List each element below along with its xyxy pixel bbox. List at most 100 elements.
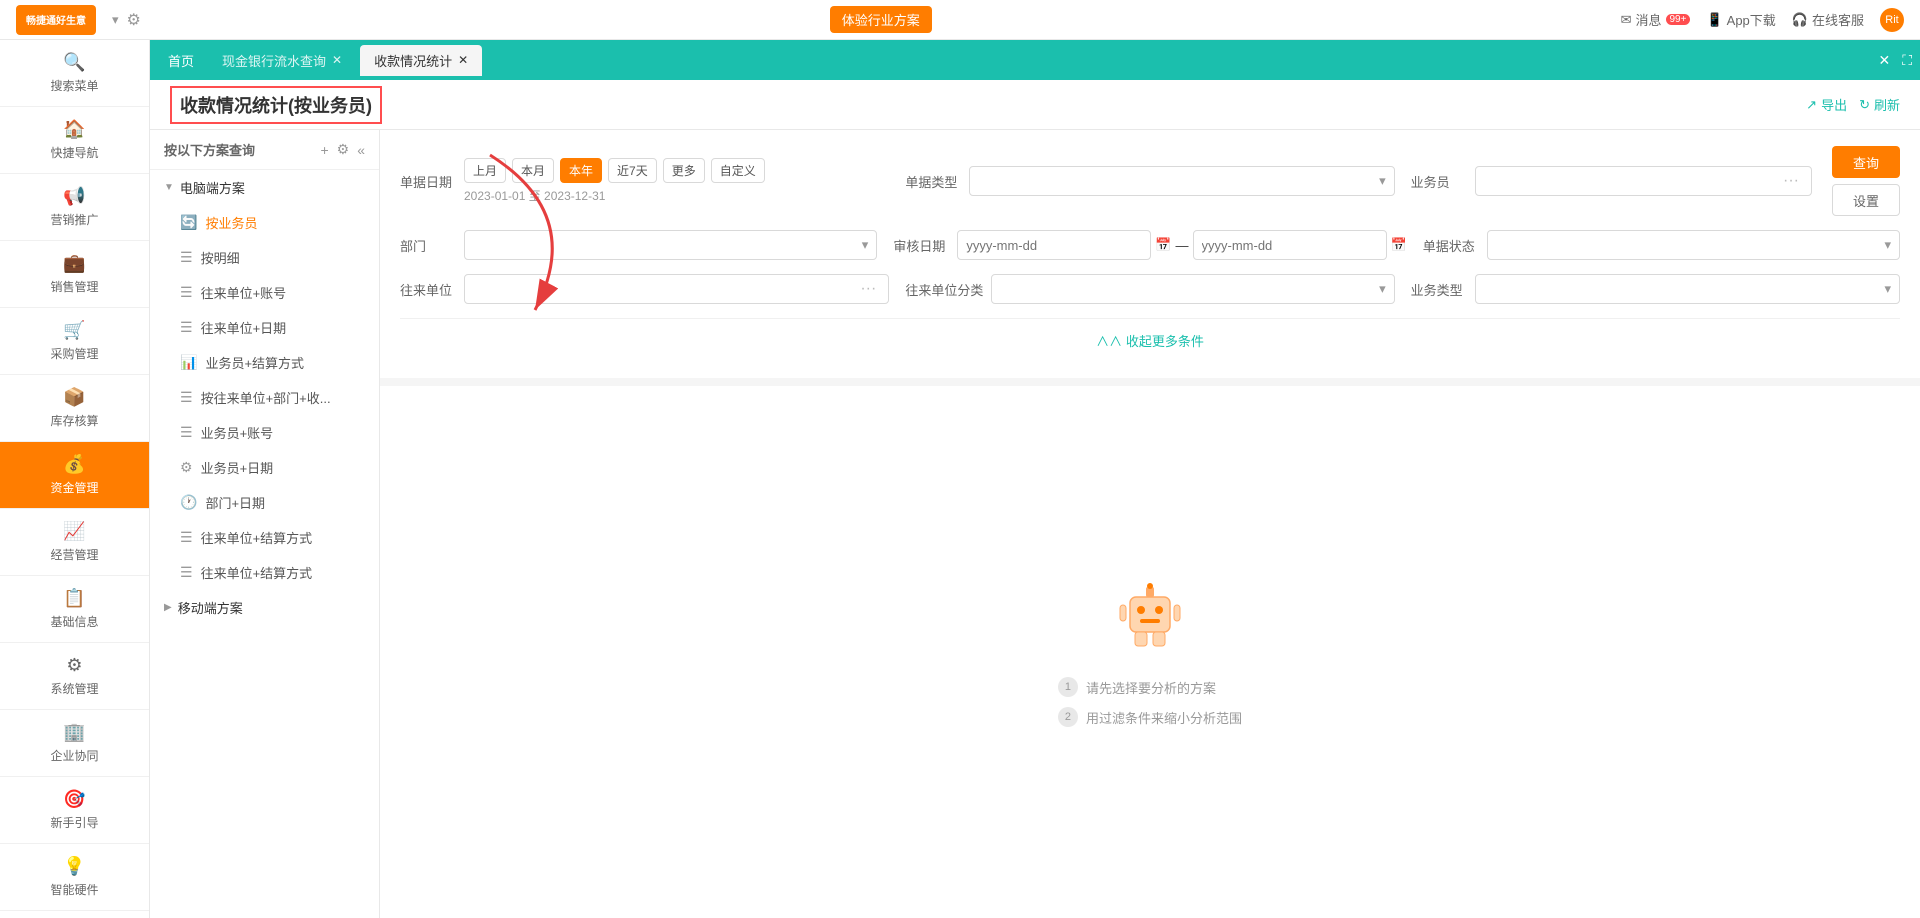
sidebar-item-finance[interactable]: 💰 资金管理 xyxy=(0,442,149,509)
smart-hw-icon: 💡 xyxy=(63,856,85,877)
filter-row-1: 单据日期 上月 本月 本年 近7天 更多 自定义 xyxy=(400,146,1900,216)
review-date-control: 📅 — 📅 xyxy=(957,230,1406,260)
scheme-item-by-salesman[interactable]: 🔄 按业务员 xyxy=(150,205,379,240)
scheme-item-by-detail[interactable]: ☰ 按明细 xyxy=(150,240,379,275)
sidebar-item-purchase[interactable]: 🛒 采购管理 xyxy=(0,308,149,375)
doc-type-label: 单据类型 xyxy=(905,172,961,191)
page-title: 收款情况统计(按业务员) xyxy=(170,86,382,124)
counter-dots-icon[interactable]: ··· xyxy=(856,280,880,298)
breadcrumb-dropdown[interactable]: ▾ xyxy=(112,12,119,28)
search-menu-icon: 🔍 xyxy=(63,52,85,73)
sidebar: 🔍 搜索菜单 🏠 快捷导航 📢 营销推广 💼 销售管理 🛒 采购管理 📦 库存核… xyxy=(0,40,150,918)
counter-settle2-icon: ☰ xyxy=(180,564,193,581)
app-download-item[interactable]: 📱 App下载 xyxy=(1706,10,1775,29)
salesman-select[interactable]: ··· xyxy=(1475,166,1812,196)
top-bar: 畅捷通好生意 ▾ ⚙ 体验行业方案 ✉ 消息 99+ 📱 App下载 🎧 在线客… xyxy=(0,0,1920,40)
tab-bank-flow-close[interactable]: ✕ xyxy=(332,53,342,67)
scheme-item-counter-date[interactable]: ☰ 往来单位+日期 xyxy=(150,310,379,345)
date-7days-btn[interactable]: 近7天 xyxy=(608,158,657,183)
content-area: 按以下方案查询 + ⚙ « ▼ 电脑端方案 🔄 按业务员 xyxy=(150,130,1920,918)
sidebar-item-quick-nav[interactable]: 🏠 快捷导航 xyxy=(0,107,149,174)
app-logo: 畅捷通好生意 xyxy=(16,5,96,35)
scheme-item-counter-settle1[interactable]: ☰ 往来单位+结算方式 xyxy=(150,520,379,555)
scheme-item-salesman-settle[interactable]: 📊 业务员+结算方式 xyxy=(150,345,379,380)
tab-bar: 首页 现金银行流水查询 ✕ 收款情况统计 ✕ ✕ ⛶ xyxy=(150,40,1920,80)
calendar-start-icon[interactable]: 📅 xyxy=(1155,237,1171,253)
tip-num-2: 2 xyxy=(1058,707,1078,727)
maximize-window-btn[interactable]: ⛶ xyxy=(1902,52,1912,69)
sidebar-item-guide[interactable]: 🎯 新手引导 xyxy=(0,777,149,844)
refresh-button[interactable]: ↻ 刷新 xyxy=(1859,95,1900,114)
scheme-group-mobile-header[interactable]: ▶ 移动端方案 xyxy=(150,590,379,625)
salesman-dots-icon[interactable]: ··· xyxy=(1779,172,1803,190)
scheme-settings-btn[interactable]: ⚙ xyxy=(337,141,350,158)
user-avatar[interactable]: Rit xyxy=(1880,8,1904,32)
tip-text-1: 请先选择要分析的方案 xyxy=(1086,678,1216,697)
sidebar-item-smart-hw[interactable]: 💡 智能硬件 xyxy=(0,844,149,911)
close-window-btn[interactable]: ✕ xyxy=(1878,52,1890,69)
sidebar-item-operations[interactable]: 📈 经营管理 xyxy=(0,509,149,576)
review-date-end-input[interactable] xyxy=(1193,230,1387,260)
settings-icon[interactable]: ⚙ xyxy=(127,10,141,30)
refresh-icon: ↻ xyxy=(1859,97,1870,113)
scheme-item-counter-dept-collect[interactable]: ☰ 按往来单位+部门+收... xyxy=(150,380,379,415)
date-range-display: 2023-01-01 至 2023-12-31 xyxy=(464,187,765,204)
counter-category-control: ▾ xyxy=(991,274,1394,304)
review-date-start-input[interactable] xyxy=(957,230,1151,260)
top-bar-right: ✉ 消息 99+ 📱 App下载 🎧 在线客服 Rit xyxy=(1621,8,1904,32)
sidebar-item-label: 库存核算 xyxy=(50,412,98,429)
tab-collection-stats-close[interactable]: ✕ xyxy=(458,53,468,67)
collapse-bar[interactable]: ∧∧ 收起更多条件 xyxy=(400,318,1900,362)
sidebar-item-marketing[interactable]: 📢 营销推广 xyxy=(0,174,149,241)
sidebar-item-search-menu[interactable]: 🔍 搜索菜单 xyxy=(0,40,149,107)
scheme-item-counter-settle2[interactable]: ☰ 往来单位+结算方式 xyxy=(150,555,379,590)
scheme-group-mobile-label: 移动端方案 xyxy=(178,598,243,617)
doc-type-select[interactable]: ▾ xyxy=(969,166,1394,196)
tab-home[interactable]: 首页 xyxy=(158,45,204,76)
sidebar-item-basic-info[interactable]: 📋 基础信息 xyxy=(0,576,149,643)
date-this-month-btn[interactable]: 本月 xyxy=(512,158,554,183)
counter-category-select[interactable]: ▾ xyxy=(991,274,1394,304)
scheme-item-dept-date[interactable]: 🕐 部门+日期 xyxy=(150,485,379,520)
counter-select[interactable]: ··· xyxy=(464,274,889,304)
scheme-panel: 按以下方案查询 + ⚙ « ▼ 电脑端方案 🔄 按业务员 xyxy=(150,130,380,918)
scheme-item-counter-account[interactable]: ☰ 往来单位+账号 xyxy=(150,275,379,310)
biz-type-select[interactable]: ▾ xyxy=(1475,274,1900,304)
date-custom-btn[interactable]: 自定义 xyxy=(711,158,765,183)
export-button[interactable]: ↗ 导出 xyxy=(1806,95,1847,114)
scheme-group-pc-header[interactable]: ▼ 电脑端方案 xyxy=(150,170,379,205)
filter-buttons: 查询 设置 xyxy=(1832,146,1900,216)
settings-button[interactable]: 设置 xyxy=(1832,184,1900,216)
date-more-btn[interactable]: 更多 xyxy=(663,158,705,183)
sidebar-item-wechat[interactable]: 💬 企业微信 xyxy=(0,911,149,918)
scheme-item-salesman-account[interactable]: ☰ 业务员+账号 xyxy=(150,415,379,450)
operations-icon: 📈 xyxy=(63,521,85,542)
sidebar-item-sales[interactable]: 💼 销售管理 xyxy=(0,241,149,308)
scheme-item-salesman-date[interactable]: ⚙ 业务员+日期 xyxy=(150,450,379,485)
dept-control: ▾ xyxy=(464,230,877,260)
sidebar-item-system[interactable]: ⚙ 系统管理 xyxy=(0,643,149,710)
date-this-year-btn[interactable]: 本年 xyxy=(560,158,602,183)
online-service-item[interactable]: 🎧 在线客服 xyxy=(1792,10,1864,29)
sidebar-item-label: 采购管理 xyxy=(50,345,98,362)
tip-num-1: 1 xyxy=(1058,677,1078,697)
counter-category-field: 往来单位分类 ▾ xyxy=(905,274,1394,304)
avatar: Rit xyxy=(1880,8,1904,32)
sidebar-item-inventory[interactable]: 📦 库存核算 xyxy=(0,375,149,442)
sidebar-item-label: 资金管理 xyxy=(50,479,98,496)
messages-item[interactable]: ✉ 消息 99+ xyxy=(1621,10,1691,29)
biz-type-arrow-icon: ▾ xyxy=(1884,281,1891,297)
trial-button[interactable]: 体验行业方案 xyxy=(830,6,932,33)
tab-bank-flow[interactable]: 现金银行流水查询 ✕ xyxy=(208,45,356,76)
calendar-end-icon[interactable]: 📅 xyxy=(1391,237,1407,253)
dept-select[interactable]: ▾ xyxy=(464,230,877,260)
scheme-collapse-btn[interactable]: « xyxy=(357,142,365,158)
query-button[interactable]: 查询 xyxy=(1832,146,1900,178)
counter-account-icon: ☰ xyxy=(180,284,193,301)
tab-collection-stats[interactable]: 收款情况统计 ✕ xyxy=(360,45,482,76)
doc-status-select[interactable]: ▾ xyxy=(1487,230,1900,260)
salesman-field: 业务员 ··· 查询 设置 xyxy=(1411,146,1900,216)
scheme-add-btn[interactable]: + xyxy=(320,142,328,158)
sidebar-item-enterprise[interactable]: 🏢 企业协同 xyxy=(0,710,149,777)
date-last-month-btn[interactable]: 上月 xyxy=(464,158,506,183)
